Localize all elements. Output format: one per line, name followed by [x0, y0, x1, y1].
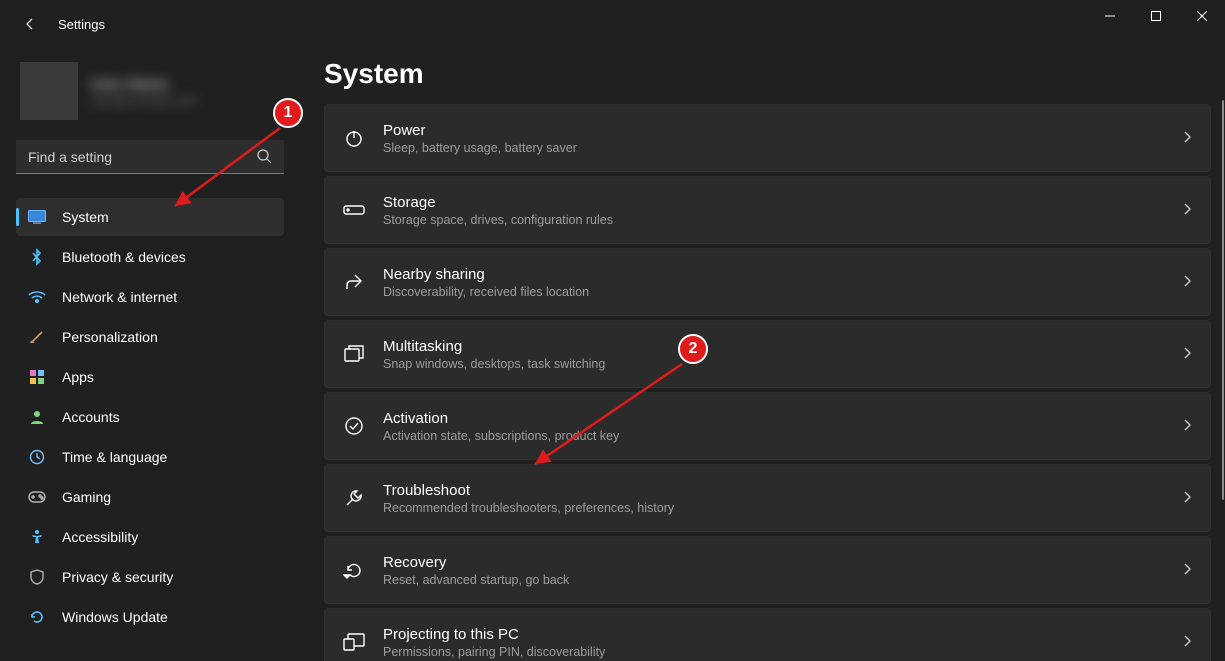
- card-description: Recommended troubleshooters, preferences…: [383, 501, 1182, 515]
- chevron-right-icon: [1182, 490, 1192, 507]
- card-title: Troubleshoot: [383, 482, 1182, 499]
- profile-name: User Name: [90, 76, 197, 93]
- card-description: Sleep, battery usage, battery saver: [383, 141, 1182, 155]
- bluetooth-icon: [28, 248, 46, 266]
- back-button[interactable]: [20, 14, 40, 34]
- page-title: System: [324, 58, 1211, 90]
- arrow-left-icon: [22, 16, 38, 32]
- chevron-right-icon: [1182, 130, 1192, 147]
- search-wrap: [16, 140, 284, 174]
- storage-icon: [325, 203, 383, 217]
- sidebar-item-personalization[interactable]: Personalization: [16, 318, 284, 356]
- nav-list: System Bluetooth & devices Network & int…: [16, 198, 284, 636]
- card-projecting[interactable]: Projecting to this PC Permissions, pairi…: [324, 608, 1211, 661]
- card-title: Projecting to this PC: [383, 626, 1182, 643]
- sidebar-item-update[interactable]: Windows Update: [16, 598, 284, 636]
- shield-icon: [28, 568, 46, 586]
- sidebar-item-label: Windows Update: [62, 609, 272, 625]
- profile-block[interactable]: User Name user@example.com: [16, 56, 284, 140]
- sidebar-item-label: Personalization: [62, 329, 272, 345]
- sidebar-item-label: Time & language: [62, 449, 272, 465]
- card-title: Recovery: [383, 554, 1182, 571]
- sidebar-item-privacy[interactable]: Privacy & security: [16, 558, 284, 596]
- sidebar-item-label: Bluetooth & devices: [62, 249, 272, 265]
- card-activation[interactable]: Activation Activation state, subscriptio…: [324, 392, 1211, 460]
- card-list: Power Sleep, battery usage, battery save…: [324, 104, 1211, 661]
- card-title: Nearby sharing: [383, 266, 1182, 283]
- maximize-button[interactable]: [1133, 0, 1179, 32]
- window-controls: [1087, 0, 1225, 32]
- chevron-right-icon: [1182, 202, 1192, 219]
- activation-icon: [325, 416, 383, 436]
- chevron-right-icon: [1182, 418, 1192, 435]
- chevron-right-icon: [1182, 274, 1192, 291]
- card-storage[interactable]: Storage Storage space, drives, configura…: [324, 176, 1211, 244]
- monitor-icon: [28, 208, 46, 226]
- search-icon: [256, 148, 272, 167]
- brush-icon: [28, 328, 46, 346]
- chevron-right-icon: [1182, 562, 1192, 579]
- sidebar-item-bluetooth[interactable]: Bluetooth & devices: [16, 238, 284, 276]
- sidebar-item-accessibility[interactable]: Accessibility: [16, 518, 284, 556]
- troubleshoot-icon: [325, 488, 383, 508]
- card-title: Storage: [383, 194, 1182, 211]
- window-title: Settings: [58, 17, 105, 32]
- sidebar-item-accounts[interactable]: Accounts: [16, 398, 284, 436]
- search-input[interactable]: [16, 140, 284, 174]
- annotation-callout-2: 2: [678, 334, 708, 364]
- share-icon: [325, 272, 383, 292]
- card-description: Storage space, drives, configuration rul…: [383, 213, 1182, 227]
- sidebar-item-label: Accessibility: [62, 529, 272, 545]
- card-power[interactable]: Power Sleep, battery usage, battery save…: [324, 104, 1211, 172]
- minimize-icon: [1105, 11, 1115, 21]
- titlebar: Settings: [0, 0, 1225, 48]
- multitask-icon: [325, 345, 383, 363]
- content-area: System Power Sleep, battery usage, batte…: [300, 48, 1225, 661]
- recovery-icon: [325, 561, 383, 579]
- card-description: Permissions, pairing PIN, discoverabilit…: [383, 645, 1182, 659]
- card-title: Power: [383, 122, 1182, 139]
- chevron-right-icon: [1182, 634, 1192, 651]
- sidebar-item-apps[interactable]: Apps: [16, 358, 284, 396]
- apps-icon: [28, 368, 46, 386]
- card-nearby-sharing[interactable]: Nearby sharing Discoverability, received…: [324, 248, 1211, 316]
- update-icon: [28, 608, 46, 626]
- card-title: Multitasking: [383, 338, 1182, 355]
- power-icon: [325, 128, 383, 148]
- close-button[interactable]: [1179, 0, 1225, 32]
- card-description: Activation state, subscriptions, product…: [383, 429, 1182, 443]
- annotation-callout-1: 1: [273, 98, 303, 128]
- card-troubleshoot[interactable]: Troubleshoot Recommended troubleshooters…: [324, 464, 1211, 532]
- sidebar-item-label: Gaming: [62, 489, 272, 505]
- clock-icon: [28, 448, 46, 466]
- profile-email: user@example.com: [90, 93, 197, 107]
- avatar: [20, 62, 78, 120]
- scrollbar[interactable]: [1222, 100, 1224, 500]
- sidebar-item-label: Apps: [62, 369, 272, 385]
- sidebar-item-network[interactable]: Network & internet: [16, 278, 284, 316]
- sidebar-item-label: Accounts: [62, 409, 272, 425]
- sidebar-item-label: Privacy & security: [62, 569, 272, 585]
- wifi-icon: [28, 288, 46, 306]
- person-icon: [28, 408, 46, 426]
- card-title: Activation: [383, 410, 1182, 427]
- maximize-icon: [1151, 11, 1161, 21]
- project-icon: [325, 633, 383, 651]
- card-description: Reset, advanced startup, go back: [383, 573, 1182, 587]
- sidebar-item-label: Network & internet: [62, 289, 272, 305]
- accessibility-icon: [28, 528, 46, 546]
- sidebar-item-gaming[interactable]: Gaming: [16, 478, 284, 516]
- card-description: Discoverability, received files location: [383, 285, 1182, 299]
- gamepad-icon: [28, 488, 46, 506]
- chevron-right-icon: [1182, 346, 1192, 363]
- sidebar-item-system[interactable]: System: [16, 198, 284, 236]
- card-recovery[interactable]: Recovery Reset, advanced startup, go bac…: [324, 536, 1211, 604]
- card-multitasking[interactable]: Multitasking Snap windows, desktops, tas…: [324, 320, 1211, 388]
- minimize-button[interactable]: [1087, 0, 1133, 32]
- close-icon: [1197, 11, 1207, 21]
- sidebar-item-time[interactable]: Time & language: [16, 438, 284, 476]
- card-description: Snap windows, desktops, task switching: [383, 357, 1182, 371]
- sidebar: User Name user@example.com System Blueto…: [0, 48, 300, 661]
- sidebar-item-label: System: [62, 209, 272, 225]
